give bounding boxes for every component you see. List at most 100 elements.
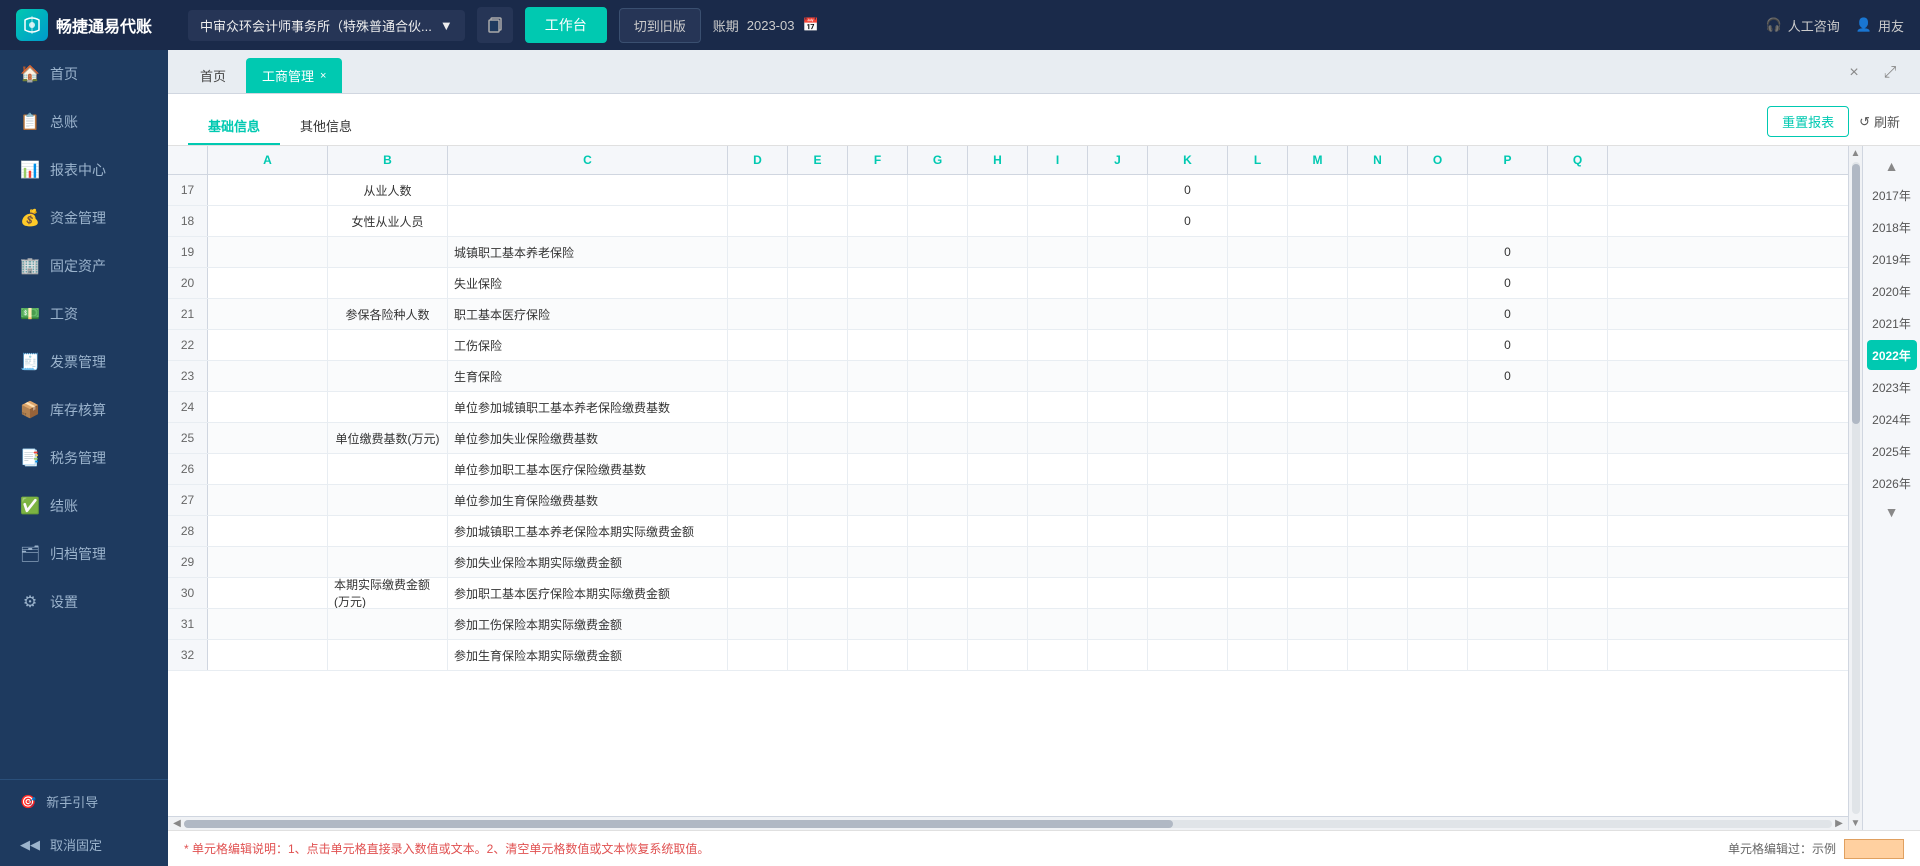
row-25-l[interactable] [1228, 423, 1288, 453]
row-31-q[interactable] [1548, 609, 1608, 639]
row-31-d[interactable] [728, 609, 788, 639]
row-18-b[interactable]: 女性从业人员 [328, 206, 448, 236]
row-18-q[interactable] [1548, 206, 1608, 236]
row-21-e[interactable] [788, 299, 848, 329]
row-29-h[interactable] [968, 547, 1028, 577]
row-18-g[interactable] [908, 206, 968, 236]
row-22-l[interactable] [1228, 330, 1288, 360]
row-21-b[interactable]: 参保各险种人数 [328, 299, 448, 329]
row-23-l[interactable] [1228, 361, 1288, 391]
row-29-f[interactable] [848, 547, 908, 577]
row-18-h[interactable] [968, 206, 1028, 236]
row-22-d[interactable] [728, 330, 788, 360]
row-23-f[interactable] [848, 361, 908, 391]
row-22-c[interactable]: 工伤保险 [448, 330, 728, 360]
row-30-c[interactable]: 参加职工基本医疗保险本期实际缴费金额 [448, 578, 728, 608]
row-32-p[interactable] [1468, 640, 1548, 670]
row-20-l[interactable] [1228, 268, 1288, 298]
sidebar-item-unpin[interactable]: ◀◀ 取消固定 [0, 823, 168, 866]
row-31-p[interactable] [1468, 609, 1548, 639]
row-18-o[interactable] [1408, 206, 1468, 236]
row-20-i[interactable] [1028, 268, 1088, 298]
row-22-h[interactable] [968, 330, 1028, 360]
reset-report-button[interactable]: 重置报表 [1767, 106, 1849, 137]
row-30-n[interactable] [1348, 578, 1408, 608]
row-32-n[interactable] [1348, 640, 1408, 670]
row-32-j[interactable] [1088, 640, 1148, 670]
row-27-j[interactable] [1088, 485, 1148, 515]
row-25-k[interactable] [1148, 423, 1228, 453]
row-25-j[interactable] [1088, 423, 1148, 453]
row-17-d[interactable] [728, 175, 788, 205]
tab-close-icon[interactable]: × [320, 70, 326, 82]
row-20-o[interactable] [1408, 268, 1468, 298]
row-27-k[interactable] [1148, 485, 1228, 515]
row-29-c[interactable]: 参加失业保险本期实际缴费金额 [448, 547, 728, 577]
row-23-m[interactable] [1288, 361, 1348, 391]
row-18-f[interactable] [848, 206, 908, 236]
row-20-n[interactable] [1348, 268, 1408, 298]
row-26-n[interactable] [1348, 454, 1408, 484]
year-nav-down[interactable]: ▼ [1867, 500, 1917, 524]
sidebar-item-settings[interactable]: ⚙ 设置 [0, 578, 168, 626]
row-21-o[interactable] [1408, 299, 1468, 329]
row-29-d[interactable] [728, 547, 788, 577]
row-23-e[interactable] [788, 361, 848, 391]
row-18-l[interactable] [1228, 206, 1288, 236]
row-28-l[interactable] [1228, 516, 1288, 546]
row-32-k[interactable] [1148, 640, 1228, 670]
row-19-j[interactable] [1088, 237, 1148, 267]
row-18-j[interactable] [1088, 206, 1148, 236]
row-20-b[interactable] [328, 268, 448, 298]
v-scroll-track[interactable] [1852, 162, 1860, 814]
row-32-q[interactable] [1548, 640, 1608, 670]
sidebar-item-salary[interactable]: 💵 工资 [0, 290, 168, 338]
row-29-b[interactable] [328, 547, 448, 577]
row-17-f[interactable] [848, 175, 908, 205]
row-24-f[interactable] [848, 392, 908, 422]
row-27-e[interactable] [788, 485, 848, 515]
row-25-f[interactable] [848, 423, 908, 453]
row-25-e[interactable] [788, 423, 848, 453]
row-25-n[interactable] [1348, 423, 1408, 453]
row-28-c[interactable]: 参加城镇职工基本养老保险本期实际缴费金额 [448, 516, 728, 546]
year-2024[interactable]: 2024年 [1867, 404, 1917, 434]
row-28-q[interactable] [1548, 516, 1608, 546]
row-23-j[interactable] [1088, 361, 1148, 391]
row-19-q[interactable] [1548, 237, 1608, 267]
row-31-j[interactable] [1088, 609, 1148, 639]
row-28-o[interactable] [1408, 516, 1468, 546]
row-29-l[interactable] [1228, 547, 1288, 577]
scroll-left-arrow[interactable]: ◀ [170, 817, 184, 831]
row-26-p[interactable] [1468, 454, 1548, 484]
row-19-o[interactable] [1408, 237, 1468, 267]
row-28-k[interactable] [1148, 516, 1228, 546]
row-27-b[interactable] [328, 485, 448, 515]
row-21-i[interactable] [1028, 299, 1088, 329]
sidebar-item-assets[interactable]: 🏢 固定资产 [0, 242, 168, 290]
row-17-j[interactable] [1088, 175, 1148, 205]
year-2017[interactable]: 2017年 [1867, 180, 1917, 210]
row-20-g[interactable] [908, 268, 968, 298]
row-17-k[interactable]: 0 [1148, 175, 1228, 205]
row-31-f[interactable] [848, 609, 908, 639]
row-28-b[interactable] [328, 516, 448, 546]
workbench-button[interactable]: 工作台 [525, 7, 607, 43]
row-26-i[interactable] [1028, 454, 1088, 484]
row-23-o[interactable] [1408, 361, 1468, 391]
row-25-g[interactable] [908, 423, 968, 453]
row-17-g[interactable] [908, 175, 968, 205]
row-23-q[interactable] [1548, 361, 1608, 391]
row-30-f[interactable] [848, 578, 908, 608]
row-21-h[interactable] [968, 299, 1028, 329]
row-27-p[interactable] [1468, 485, 1548, 515]
row-26-l[interactable] [1228, 454, 1288, 484]
row-25-d[interactable] [728, 423, 788, 453]
row-19-p[interactable]: 0 [1468, 237, 1548, 267]
row-24-h[interactable] [968, 392, 1028, 422]
row-30-l[interactable] [1228, 578, 1288, 608]
row-29-g[interactable] [908, 547, 968, 577]
row-24-b[interactable] [328, 392, 448, 422]
expand-icon[interactable]: ⤢ [1876, 59, 1904, 87]
row-22-p[interactable]: 0 [1468, 330, 1548, 360]
